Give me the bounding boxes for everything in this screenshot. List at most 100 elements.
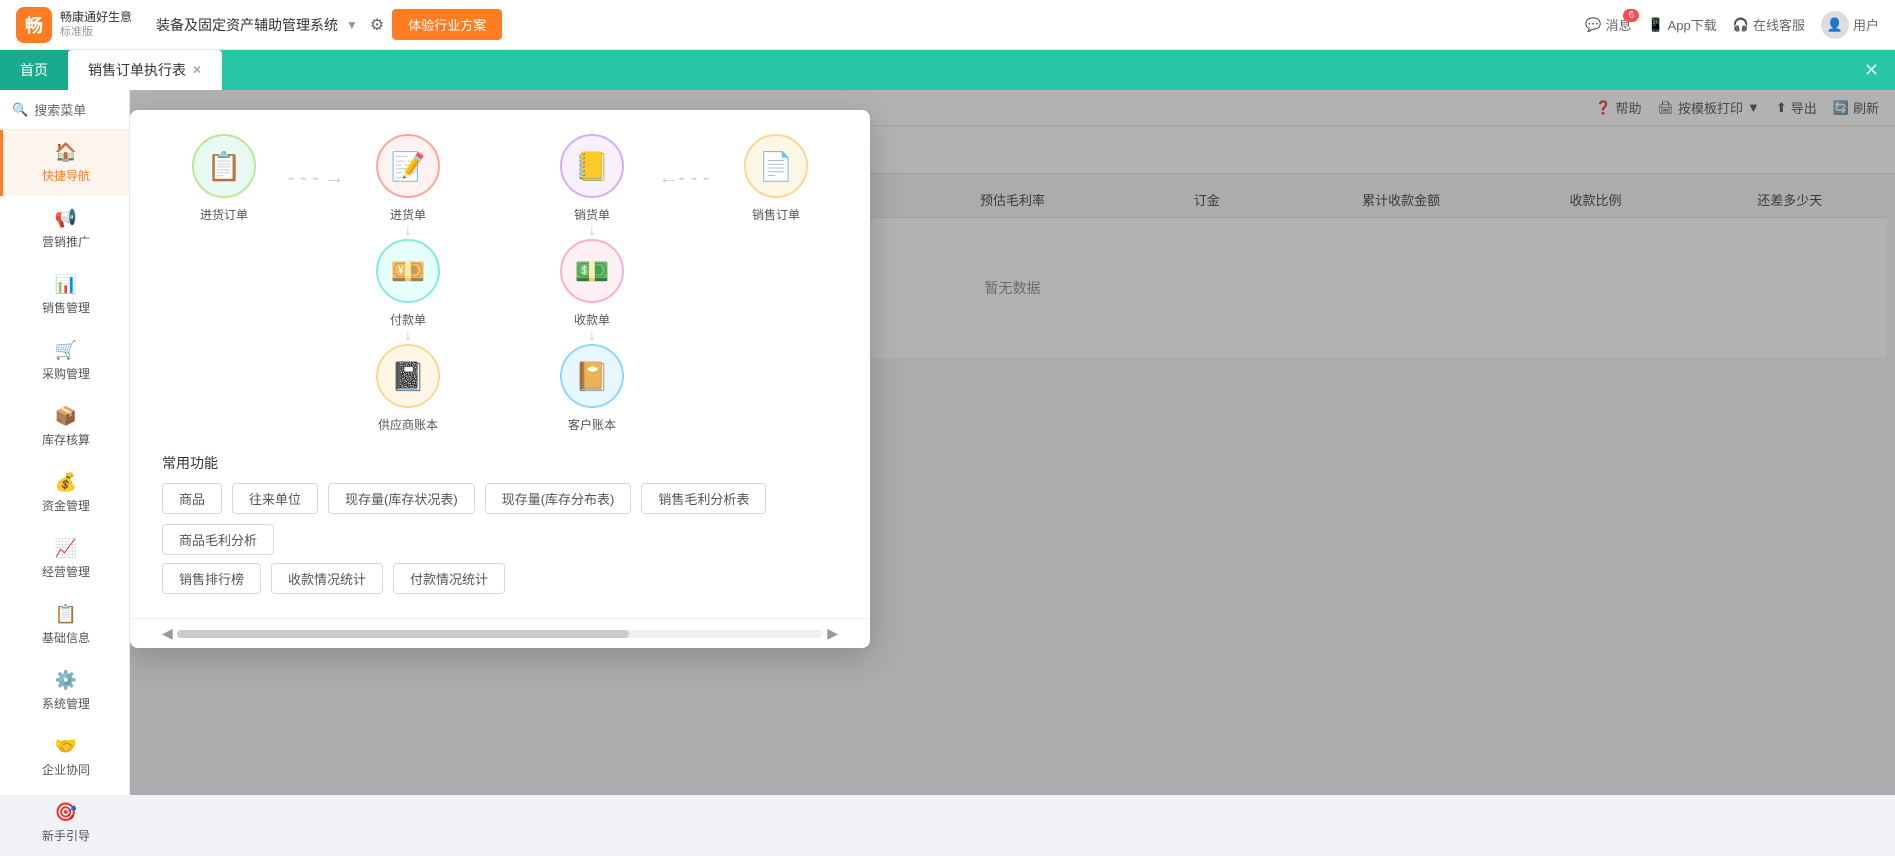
purchase-bill-label: 进货单 (390, 206, 426, 223)
purchase-order-label: 进货订单 (200, 206, 248, 223)
sidebar-item-finance[interactable]: 💰 资金管理 (0, 460, 129, 526)
cf-btn-contacts[interactable]: 往来单位 (232, 483, 318, 514)
tab-bar: 首页 销售订单执行表 ✕ ✕ (0, 50, 1895, 90)
tab-home[interactable]: 首页 (0, 50, 68, 90)
sales-bill-label: 销货单 (574, 206, 610, 223)
popup-card: 📋 进货订单 - - - → 📝 进货单 (130, 110, 870, 648)
customer-ledger-label: 客户账本 (568, 416, 616, 433)
arrow-right-1: - - - → (286, 167, 346, 190)
sidebar-item-quick-nav[interactable]: 🏠 快捷导航 (0, 130, 129, 196)
system-icon: ⚙️ (55, 670, 77, 691)
flow-node-payment: 💴 付款单 (354, 239, 462, 328)
payment-label: 付款单 (390, 311, 426, 328)
arrow-down-1: ↓ (346, 223, 470, 239)
cf-row-2: 销售排行榜 收款情况统计 付款情况统计 (162, 563, 838, 594)
logo-area: 畅 畅康通好生意 标准版 (16, 7, 146, 43)
flow-diagram: 📋 进货订单 - - - → 📝 进货单 (130, 110, 870, 449)
dropdown-arrow-icon[interactable]: ▼ (346, 18, 358, 32)
sidebar-item-operations[interactable]: 📈 经营管理 (0, 526, 129, 592)
logo-text: 畅康通好生意 标准版 (60, 10, 132, 40)
operations-icon: 📈 (55, 538, 77, 559)
header-right: 💬 消息 6 📱 App下载 🎧 在线客服 👤 用户 (1585, 11, 1879, 39)
common-functions-title: 常用功能 (162, 453, 838, 473)
experience-btn[interactable]: 体验行业方案 (392, 9, 502, 40)
receipt-label: 收款单 (574, 311, 610, 328)
popup-overlay[interactable]: 📋 进货订单 - - - → 📝 进货单 (130, 90, 1895, 795)
settings-icon[interactable]: ⚙ (370, 15, 384, 35)
purchase-icon: 🛒 (55, 340, 77, 361)
top-header: 畅 畅康通好生意 标准版 装备及固定资产辅助管理系统 ▼ ⚙ 体验行业方案 💬 … (0, 0, 1895, 50)
customer-ledger-icon: 📔 (560, 344, 624, 408)
payment-icon: 💴 (376, 239, 440, 303)
message-badge: 6 (1623, 9, 1639, 22)
flow-node-sales-bill: 📒 销货单 (538, 134, 646, 223)
user-avatar: 👤 (1821, 11, 1849, 39)
purchase-bill-icon: 📝 (376, 134, 440, 198)
tab-close-icon[interactable]: ✕ (192, 63, 202, 77)
sidebar-item-basic-info[interactable]: 📋 基础信息 (0, 592, 129, 658)
search-menu-btn[interactable]: 🔍 搜索菜单 (0, 90, 129, 130)
receipt-icon: 💵 (560, 239, 624, 303)
marketing-icon: 📢 (55, 208, 77, 229)
online-service-btn[interactable]: 🎧 在线客服 (1733, 15, 1805, 34)
popup-scrollbar-area: ◀ ▶ (130, 618, 870, 648)
cf-btn-sales-rank[interactable]: 销售排行榜 (162, 563, 261, 594)
tab-bar-close-btn[interactable]: ✕ (1848, 60, 1895, 81)
arrow-down-3: ↓ (346, 328, 470, 344)
system-title: 装备及固定资产辅助管理系统 (156, 15, 338, 35)
scroll-left-btn[interactable]: ◀ (162, 625, 173, 642)
arrow-down-4: ↓ (530, 328, 654, 344)
phone-icon: 📱 (1647, 17, 1663, 33)
flow-node-supplier-ledger: 📓 供应商账本 (354, 344, 462, 433)
cf-row-1: 商品 往来单位 现存量(库存状况表) 现存量(库存分布表) 销售毛利分析表 商品… (162, 483, 838, 555)
cf-btn-product[interactable]: 商品 (162, 483, 222, 514)
flow-node-sales-order: 📄 销售订单 (722, 134, 830, 223)
scroll-right-btn[interactable]: ▶ (827, 625, 838, 642)
sidebar-item-guide[interactable]: 🎯 新手引导 (0, 790, 129, 856)
sales-order-icon: 📄 (744, 134, 808, 198)
arrow-left-1: ←- - - (654, 167, 714, 190)
sidebar-item-sales[interactable]: 📊 销售管理 (0, 262, 129, 328)
sales-icon: 📊 (55, 274, 77, 295)
scrollbar-thumb (177, 630, 630, 638)
search-icon: 🔍 (12, 102, 28, 118)
flow-node-customer-ledger: 📔 客户账本 (538, 344, 646, 433)
cf-btn-product-profit[interactable]: 商品毛利分析 (162, 524, 274, 555)
common-functions: 常用功能 商品 往来单位 现存量(库存状况表) 现存量(库存分布表) 销售毛利分… (130, 449, 870, 618)
finance-icon: 💰 (55, 472, 77, 493)
main-layout: 🔍 搜索菜单 🏠 快捷导航 📢 营销推广 📊 销售管理 🛒 采购管理 📦 库存核… (0, 90, 1895, 795)
basic-info-icon: 📋 (55, 604, 77, 625)
sidebar-item-marketing[interactable]: 📢 营销推广 (0, 196, 129, 262)
flow-node-receipt: 💵 收款单 (538, 239, 646, 328)
tab-sales-order[interactable]: 销售订单执行表 ✕ (68, 50, 222, 90)
sidebar: 🔍 搜索菜单 🏠 快捷导航 📢 营销推广 📊 销售管理 🛒 采购管理 📦 库存核… (0, 90, 130, 795)
sidebar-item-system[interactable]: ⚙️ 系统管理 (0, 658, 129, 724)
arrow-down-2: ↓ (530, 223, 654, 239)
sidebar-item-inventory[interactable]: 📦 库存核算 (0, 394, 129, 460)
purchase-order-icon: 📋 (192, 134, 256, 198)
message-icon: 💬 (1585, 17, 1601, 33)
supplier-ledger-label: 供应商账本 (378, 416, 438, 433)
sales-bill-icon: 📒 (560, 134, 624, 198)
app-download-btn[interactable]: 📱 App下载 (1647, 15, 1716, 34)
sales-order-label: 销售订单 (752, 206, 800, 223)
user-btn[interactable]: 👤 用户 (1821, 11, 1879, 39)
cf-btn-receipt-stats[interactable]: 收款情况统计 (271, 563, 383, 594)
scrollbar-track[interactable] (177, 630, 823, 638)
cf-btn-payment-stats[interactable]: 付款情况统计 (393, 563, 505, 594)
cf-btn-stock-dist[interactable]: 现存量(库存分布表) (485, 483, 632, 514)
logo-icon: 畅 (16, 7, 52, 43)
supplier-ledger-icon: 📓 (376, 344, 440, 408)
cf-btn-sales-profit[interactable]: 销售毛利分析表 (641, 483, 766, 514)
flow-node-purchase-order: 📋 进货订单 (170, 134, 278, 223)
service-icon: 🎧 (1733, 17, 1749, 33)
flow-node-purchase-bill: 📝 进货单 (354, 134, 462, 223)
sidebar-item-purchase[interactable]: 🛒 采购管理 (0, 328, 129, 394)
system-title-area: 装备及固定资产辅助管理系统 ▼ ⚙ 体验行业方案 (146, 9, 1585, 40)
message-btn[interactable]: 💬 消息 6 (1585, 15, 1631, 34)
content-area: ❓ 帮助 🖨 按模板打印 ▼ ⬆ 导出 🔄 刷新 yyyy-mm-dd 📅 (130, 90, 1895, 795)
inventory-icon: 📦 (55, 406, 77, 427)
sidebar-item-collaboration[interactable]: 🤝 企业协同 (0, 724, 129, 790)
guide-icon: 🎯 (55, 802, 77, 823)
cf-btn-stock-status[interactable]: 现存量(库存状况表) (328, 483, 475, 514)
